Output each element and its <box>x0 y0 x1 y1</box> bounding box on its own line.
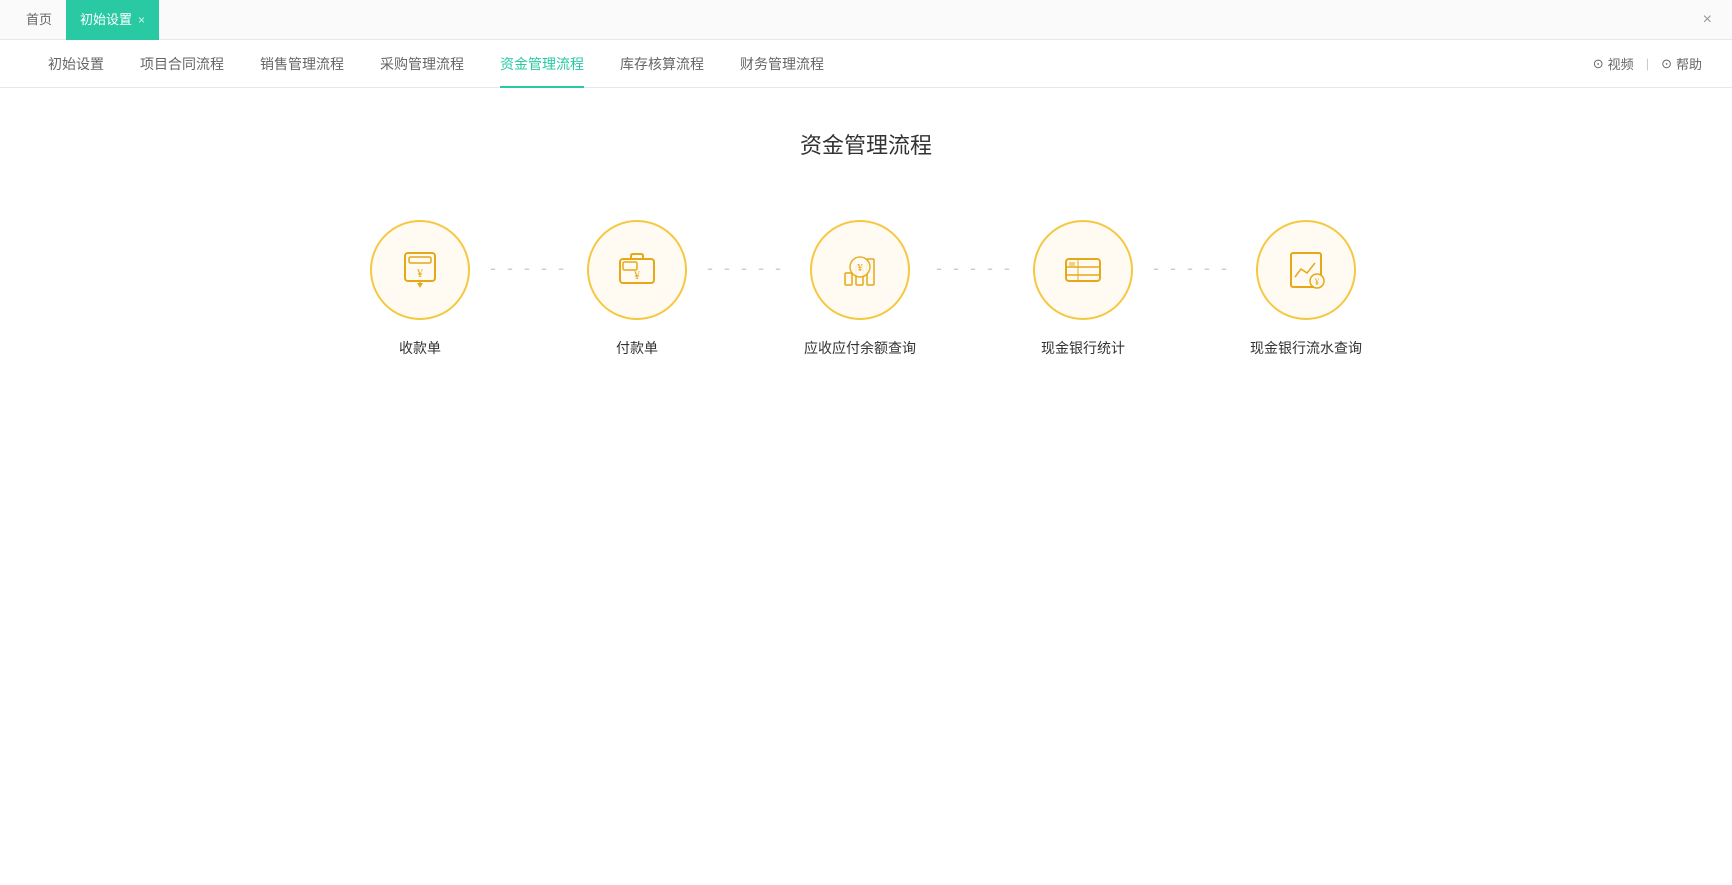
flow-item-bank-stats[interactable]: 现金银行统计 <box>1033 220 1133 358</box>
svg-text:¥: ¥ <box>634 268 640 282</box>
nav-right: ⊙ 视频 | ⊙ 帮助 <box>1593 54 1702 73</box>
nav-item-inventory[interactable]: 库存核算流程 <box>602 40 722 88</box>
svg-text:¥: ¥ <box>1315 277 1320 287</box>
flow-circle-balance: ¥ <box>810 220 910 320</box>
flow-item-balance[interactable]: ¥ 应收应付余额查询 <box>804 220 916 358</box>
tab-close-icon[interactable]: × <box>138 0 145 40</box>
nav-bar: 初始设置 项目合同流程 销售管理流程 采购管理流程 资金管理流程 库存核算流程 … <box>0 40 1732 88</box>
flow-circle-bank-flow: ¥ <box>1256 220 1356 320</box>
flow-row: ¥ 收款单 - - - - - ¥ <box>60 220 1672 358</box>
nav-item-project-contract[interactable]: 项目合同流程 <box>122 40 242 88</box>
flow-circle-receive: ¥ <box>370 220 470 320</box>
connector-1: - - - - - <box>470 258 587 321</box>
flow-label-balance: 应收应付余额查询 <box>804 338 916 358</box>
flow-item-receive[interactable]: ¥ 收款单 <box>370 220 470 358</box>
nav-item-sales[interactable]: 销售管理流程 <box>242 40 362 88</box>
nav-item-initial-setup[interactable]: 初始设置 <box>30 40 122 88</box>
flow-label-bank-flow: 现金银行流水查询 <box>1250 338 1362 358</box>
tab-active-label: 初始设置 <box>80 0 132 40</box>
balance-icon: ¥ <box>835 245 885 295</box>
connector-4: - - - - - <box>1133 258 1250 321</box>
video-link[interactable]: ⊙ 视频 <box>1593 54 1634 73</box>
svg-text:¥: ¥ <box>417 266 423 280</box>
flow-circle-payment: ¥ <box>587 220 687 320</box>
dots-1: - - - - - <box>490 258 567 279</box>
connector-2: - - - - - <box>687 258 804 321</box>
play-icon: ⊙ <box>1593 56 1604 72</box>
top-bar: 首页 初始设置 × × <box>0 0 1732 40</box>
payment-icon: ¥ <box>612 245 662 295</box>
window-close-icon[interactable]: × <box>1695 11 1720 29</box>
flow-label-receive: 收款单 <box>399 338 441 358</box>
main-content: 资金管理流程 ¥ 收款单 - - - - - <box>0 88 1732 398</box>
dots-4: - - - - - <box>1153 258 1230 279</box>
tab-active[interactable]: 初始设置 × <box>66 0 159 40</box>
dots-3: - - - - - <box>936 258 1013 279</box>
nav-divider: | <box>1646 56 1649 71</box>
flow-item-payment[interactable]: ¥ 付款单 <box>587 220 687 358</box>
help-icon: ⊙ <box>1661 56 1672 72</box>
nav-item-funds[interactable]: 资金管理流程 <box>482 40 602 88</box>
help-link[interactable]: ⊙ 帮助 <box>1661 54 1702 73</box>
bank-stats-icon <box>1058 245 1108 295</box>
page-title: 资金管理流程 <box>60 128 1672 160</box>
tab-home[interactable]: 首页 <box>12 0 66 40</box>
flow-label-payment: 付款单 <box>616 338 658 358</box>
bank-flow-icon: ¥ <box>1281 245 1331 295</box>
nav-item-procurement[interactable]: 采购管理流程 <box>362 40 482 88</box>
flow-label-bank-stats: 现金银行统计 <box>1041 338 1125 358</box>
flow-item-bank-flow[interactable]: ¥ 现金银行流水查询 <box>1250 220 1362 358</box>
help-label: 帮助 <box>1676 54 1702 73</box>
svg-text:¥: ¥ <box>857 262 863 274</box>
top-bar-right: × <box>1695 11 1720 29</box>
nav-item-finance[interactable]: 财务管理流程 <box>722 40 842 88</box>
video-label: 视频 <box>1608 54 1634 73</box>
connector-3: - - - - - <box>916 258 1033 321</box>
receive-icon: ¥ <box>395 245 445 295</box>
dots-2: - - - - - <box>707 258 784 279</box>
flow-circle-bank-stats <box>1033 220 1133 320</box>
